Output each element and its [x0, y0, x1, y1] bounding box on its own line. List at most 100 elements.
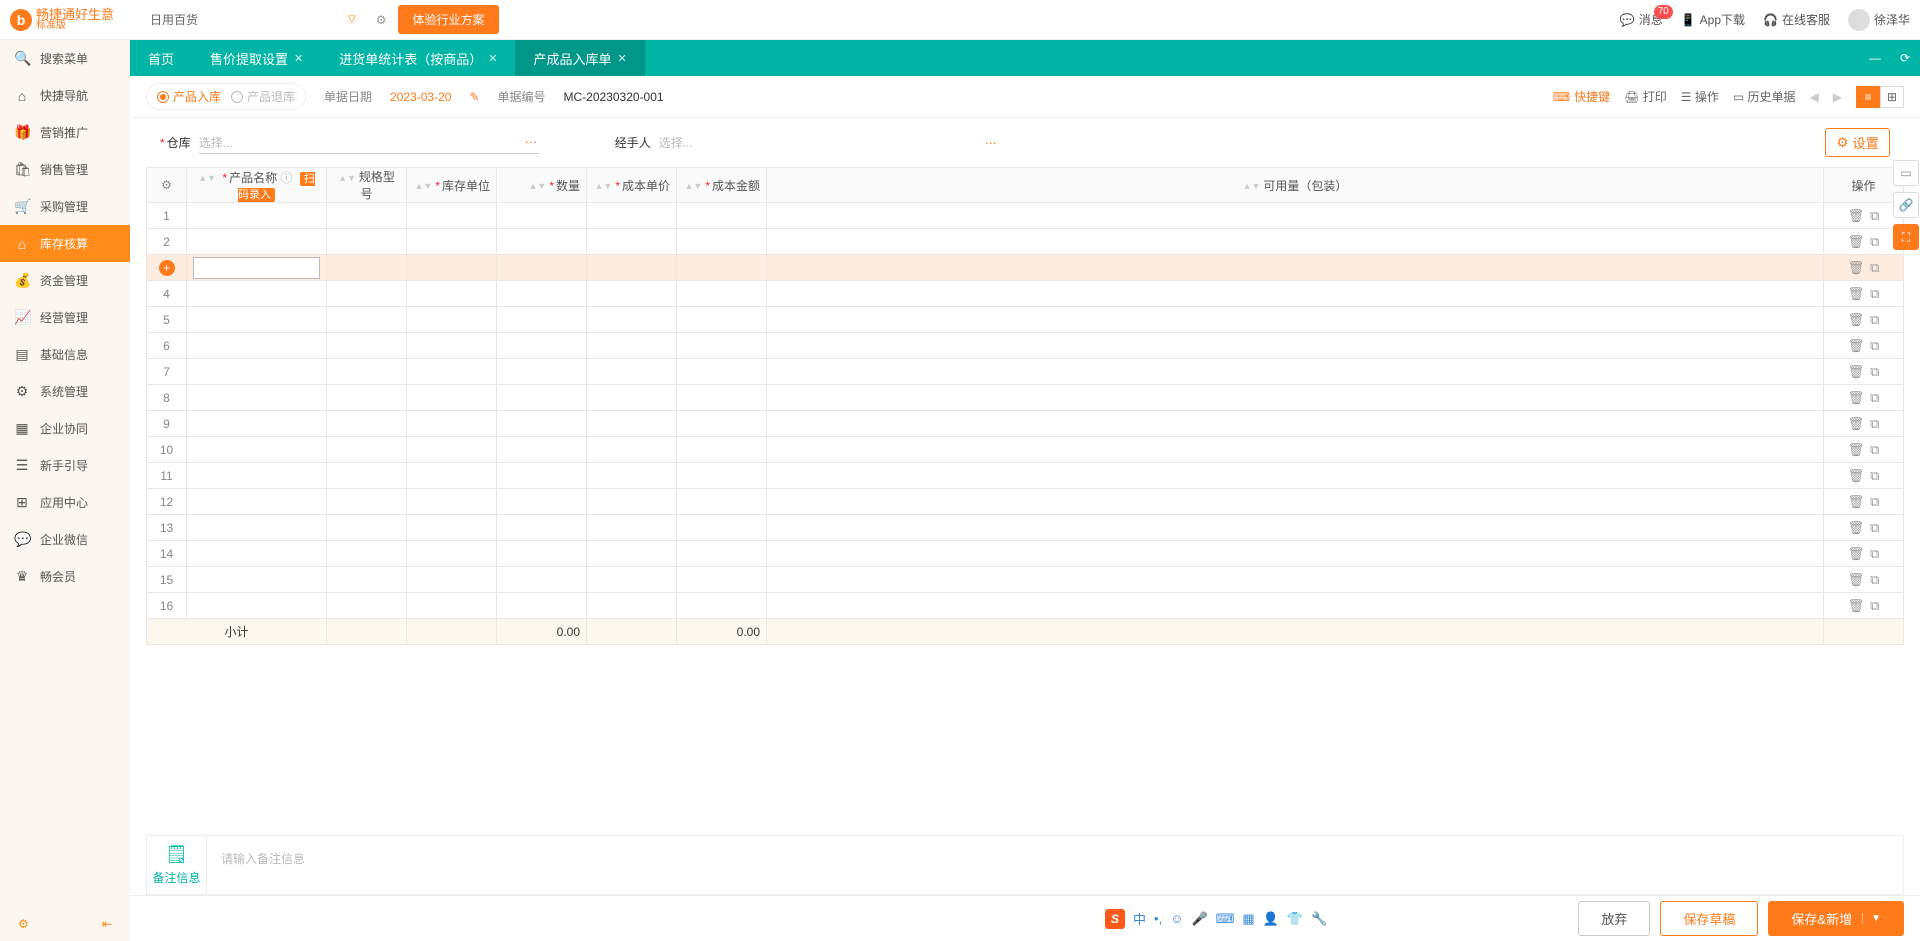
- chevron-down-icon[interactable]: ▼: [1862, 913, 1881, 924]
- sidebar-item[interactable]: ⌂库存核算: [0, 225, 130, 262]
- table-row[interactable]: 14🗑⧉: [147, 541, 1904, 567]
- copy-row-icon[interactable]: ⧉: [1870, 598, 1879, 613]
- delete-row-icon[interactable]: 🗑: [1848, 234, 1865, 249]
- radio-product-out[interactable]: 产品退库: [231, 88, 295, 105]
- add-row-icon[interactable]: +: [159, 260, 175, 276]
- prev-doc-icon[interactable]: ◀: [1810, 90, 1819, 104]
- copy-row-icon[interactable]: ⧉: [1870, 312, 1879, 327]
- print-button[interactable]: 🖨 打印: [1624, 88, 1667, 105]
- col-amount[interactable]: ▲▼*成本金额: [677, 168, 767, 203]
- copy-row-icon[interactable]: ⧉: [1870, 260, 1879, 275]
- col-spec[interactable]: ▲▼规格型号: [327, 168, 407, 203]
- delete-row-icon[interactable]: 🗑: [1848, 598, 1865, 613]
- table-row[interactable]: + 🗑 ⧉: [147, 255, 1904, 281]
- ime-dot-icon[interactable]: •,: [1154, 911, 1162, 926]
- copy-row-icon[interactable]: ⧉: [1870, 520, 1879, 535]
- col-available[interactable]: ▲▼可用量（包装）: [767, 168, 1824, 203]
- messages-button[interactable]: 💬 消息 70: [1620, 11, 1663, 28]
- delete-row-icon[interactable]: 🗑: [1848, 520, 1865, 535]
- table-row[interactable]: 6🗑⧉: [147, 333, 1904, 359]
- delete-row-icon[interactable]: 🗑: [1848, 416, 1865, 431]
- delete-row-icon[interactable]: 🗑: [1848, 286, 1865, 301]
- sidebar-item[interactable]: ⊞应用中心: [0, 484, 130, 521]
- tab[interactable]: 首页: [130, 40, 192, 76]
- ime-user-icon[interactable]: 👤: [1263, 911, 1279, 927]
- copy-row-icon[interactable]: ⧉: [1870, 390, 1879, 405]
- delete-row-icon[interactable]: 🗑: [1848, 442, 1865, 457]
- copy-row-icon[interactable]: ⧉: [1870, 468, 1879, 483]
- tab-minimize-icon[interactable]: —: [1860, 40, 1890, 76]
- col-price[interactable]: ▲▼*成本单价: [587, 168, 677, 203]
- ime-shirt-icon[interactable]: 👕: [1287, 911, 1303, 927]
- table-row[interactable]: 2🗑⧉: [147, 229, 1904, 255]
- close-icon[interactable]: ✕: [618, 52, 627, 65]
- view-grid-toggle[interactable]: ⊞: [1880, 86, 1904, 108]
- table-row[interactable]: 10🗑⧉: [147, 437, 1904, 463]
- table-row[interactable]: 15🗑⧉: [147, 567, 1904, 593]
- product-name-input[interactable]: [193, 257, 320, 279]
- sidebar-item[interactable]: 📈经营管理: [0, 299, 130, 336]
- rail-doc-icon[interactable]: ▭: [1893, 160, 1919, 186]
- ime-smile-icon[interactable]: ☺: [1170, 911, 1183, 926]
- table-row[interactable]: 5🗑⧉: [147, 307, 1904, 333]
- tab[interactable]: 售价提取设置✕: [192, 40, 321, 76]
- copy-row-icon[interactable]: ⧉: [1870, 208, 1879, 223]
- operate-button[interactable]: ☰ 操作: [1681, 88, 1719, 105]
- ime-tool-icon[interactable]: 🔧: [1311, 911, 1327, 927]
- view-list-toggle[interactable]: ≡: [1856, 86, 1880, 108]
- save-draft-button[interactable]: 保存草稿: [1660, 901, 1758, 936]
- copy-row-icon[interactable]: ⧉: [1870, 442, 1879, 457]
- col-unit[interactable]: ▲▼*库存单位: [407, 168, 497, 203]
- gear-icon[interactable]: ⚙: [376, 13, 387, 27]
- copy-row-icon[interactable]: ⧉: [1870, 364, 1879, 379]
- next-doc-icon[interactable]: ▶: [1833, 90, 1842, 104]
- delete-row-icon[interactable]: 🗑: [1848, 208, 1865, 223]
- help-icon[interactable]: ⓘ: [280, 171, 292, 185]
- copy-row-icon[interactable]: ⧉: [1870, 546, 1879, 561]
- sidebar-item[interactable]: 💰资金管理: [0, 262, 130, 299]
- sidebar-item[interactable]: 💬企业微信: [0, 521, 130, 558]
- close-icon[interactable]: ✕: [294, 52, 303, 65]
- copy-row-icon[interactable]: ⧉: [1870, 572, 1879, 587]
- tab[interactable]: 产成品入库单✕: [515, 40, 644, 76]
- ime-lang[interactable]: 中: [1133, 909, 1146, 928]
- cta-button[interactable]: 体验行业方案: [398, 5, 498, 34]
- sidebar-gear-icon[interactable]: ⚙: [18, 917, 29, 931]
- col-product-name[interactable]: ▲▼ *产品名称 ⓘ 扫码录入: [187, 168, 327, 203]
- rail-link-icon[interactable]: 🔗: [1893, 192, 1919, 218]
- table-row[interactable]: 8🗑⧉: [147, 385, 1904, 411]
- radio-product-in[interactable]: 产品入库: [157, 88, 221, 105]
- ime-grid-icon[interactable]: ▦: [1242, 911, 1254, 927]
- sidebar-item[interactable]: ♛畅会员: [0, 558, 130, 595]
- table-row[interactable]: 9🗑⧉: [147, 411, 1904, 437]
- date-value[interactable]: 2023-03-20: [390, 90, 451, 104]
- delete-row-icon[interactable]: 🗑: [1848, 260, 1865, 275]
- copy-row-icon[interactable]: ⧉: [1870, 338, 1879, 353]
- service-button[interactable]: 🎧 在线客服: [1763, 11, 1830, 28]
- remark-tab[interactable]: 🗒 备注信息: [147, 836, 207, 894]
- delete-row-icon[interactable]: 🗑: [1848, 312, 1865, 327]
- download-button[interactable]: 📱 App下载: [1681, 11, 1745, 28]
- delete-row-icon[interactable]: 🗑: [1848, 572, 1865, 587]
- sidebar-item[interactable]: ☰新手引导: [0, 447, 130, 484]
- table-row[interactable]: 16🗑⧉: [147, 593, 1904, 619]
- delete-row-icon[interactable]: 🗑: [1848, 468, 1865, 483]
- table-row[interactable]: 7🗑⧉: [147, 359, 1904, 385]
- edit-date-icon[interactable]: ✎: [469, 90, 479, 104]
- ime-keyboard-icon[interactable]: ⌨: [1216, 911, 1235, 927]
- delete-row-icon[interactable]: 🗑: [1848, 494, 1865, 509]
- save-new-button[interactable]: 保存&新增 ▼: [1768, 901, 1904, 936]
- shortcut-button[interactable]: ⌨ 快捷键: [1553, 88, 1610, 105]
- table-row[interactable]: 11🗑⧉: [147, 463, 1904, 489]
- table-row[interactable]: 12🗑⧉: [147, 489, 1904, 515]
- table-row[interactable]: 4🗑⧉: [147, 281, 1904, 307]
- handler-select[interactable]: 选择... ⋯: [659, 132, 999, 153]
- history-button[interactable]: ▭ 历史单据: [1733, 88, 1796, 105]
- tab[interactable]: 进货单统计表（按商品）✕: [321, 40, 515, 76]
- close-icon[interactable]: ✕: [488, 52, 497, 65]
- sidebar-item[interactable]: 🛒采购管理: [0, 188, 130, 225]
- warehouse-select[interactable]: 选择... ⋯: [199, 132, 539, 154]
- rail-expand-icon[interactable]: ⛶: [1893, 224, 1919, 250]
- copy-row-icon[interactable]: ⧉: [1870, 416, 1879, 431]
- sidebar-item[interactable]: ⚙系统管理: [0, 373, 130, 410]
